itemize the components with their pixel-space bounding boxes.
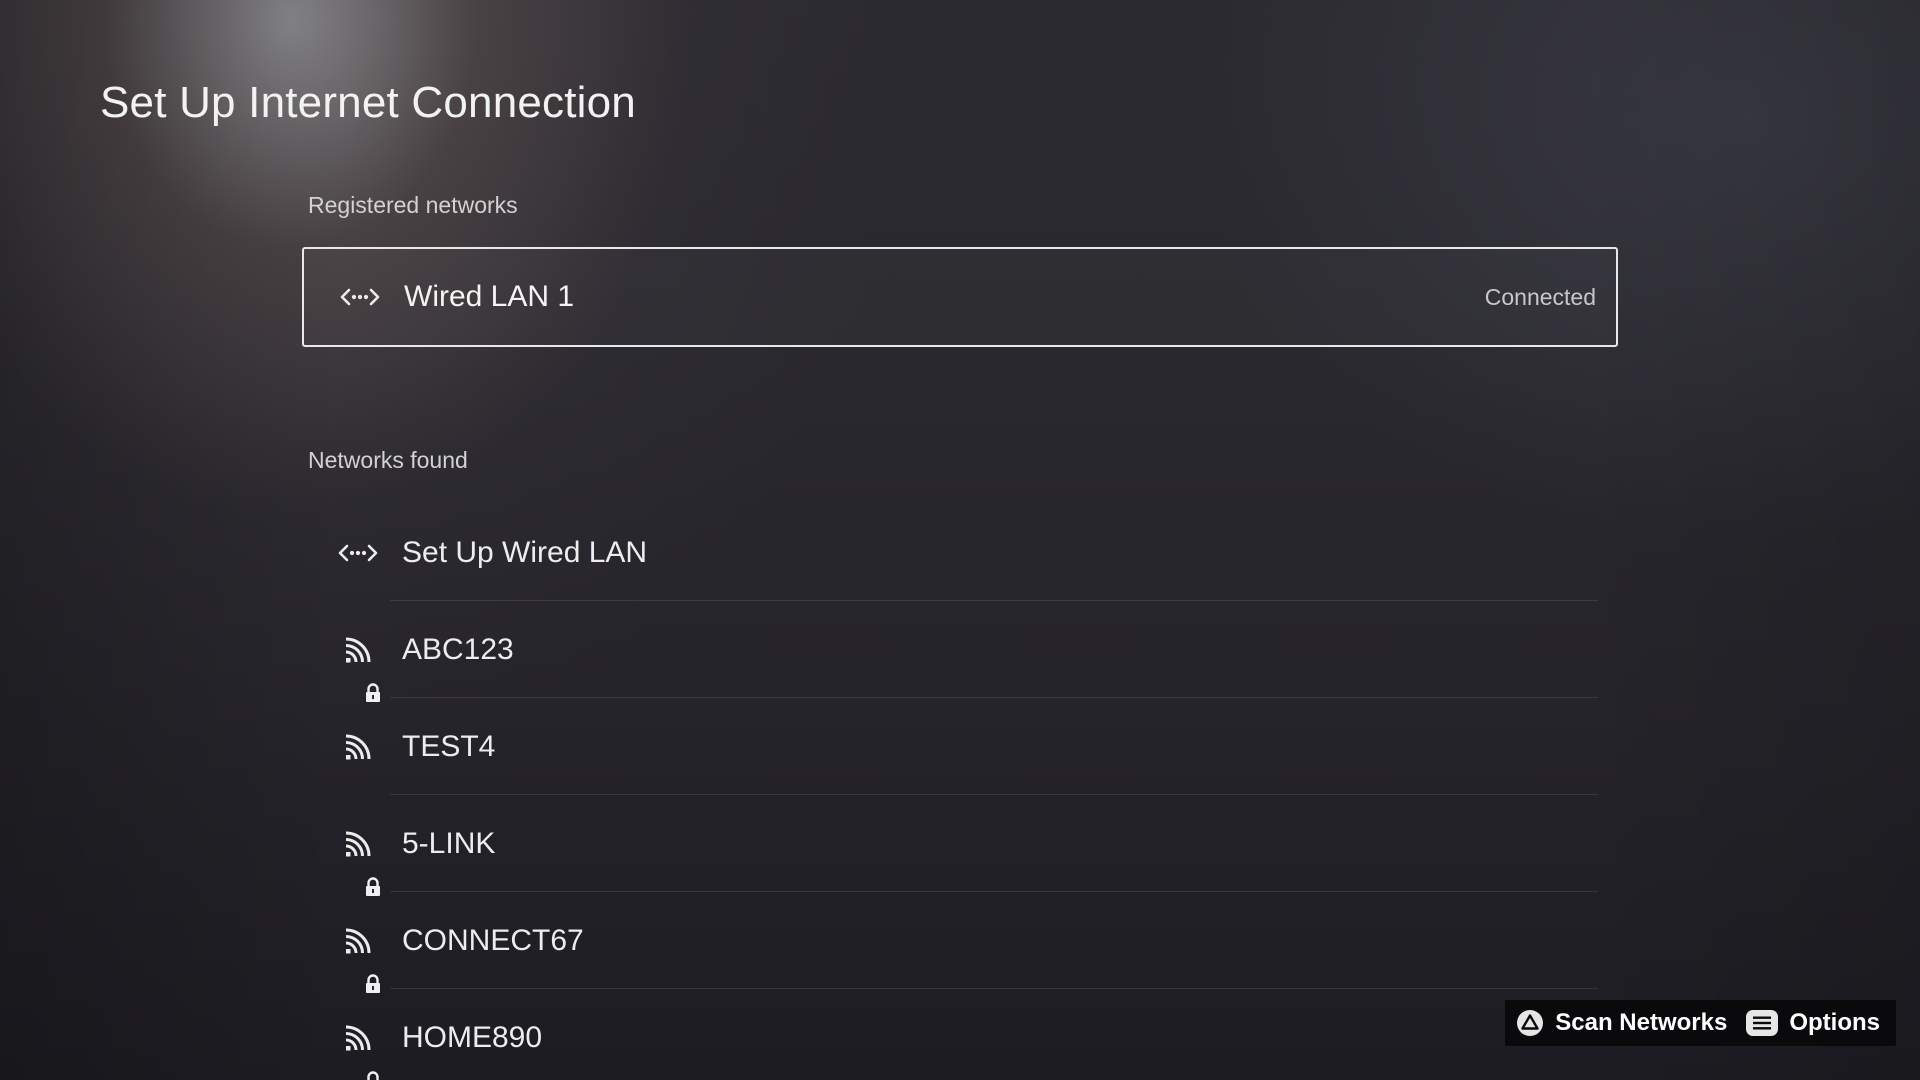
network-item-home890[interactable]: HOME890 [302, 989, 1598, 1080]
network-name: HOME890 [402, 1020, 543, 1054]
network-item-5-link[interactable]: 5-LINK [302, 795, 1598, 896]
network-name: TEST4 [402, 729, 496, 763]
lock-icon [366, 1070, 380, 1080]
button-guide-bar: Scan Networks Options [1505, 1000, 1896, 1046]
registered-network-wired-lan-1[interactable]: Wired LAN 1 Connected [302, 247, 1618, 347]
network-name: Set Up Wired LAN [402, 535, 648, 569]
wifi-icon [345, 637, 371, 662]
wifi-icon [345, 734, 371, 759]
network-name: ABC123 [402, 632, 514, 666]
network-item-set-up-wired-lan[interactable]: Set Up Wired LAN [302, 504, 1598, 601]
options-action[interactable]: Options [1745, 1009, 1880, 1037]
scan-networks-action[interactable]: Scan Networks [1515, 1008, 1727, 1038]
options-button-icon [1746, 1010, 1779, 1036]
networks-found-heading: Networks found [308, 447, 468, 473]
network-name: CONNECT67 [402, 923, 584, 957]
wifi-icon [345, 831, 371, 856]
connection-status: Connected [1484, 283, 1596, 310]
registered-network-name: Wired LAN 1 [404, 280, 575, 313]
triangle-button-icon [1517, 1010, 1544, 1036]
network-item-test4[interactable]: TEST4 [302, 698, 1598, 795]
page-title: Set Up Internet Connection [100, 78, 636, 127]
wifi-icon [345, 928, 371, 953]
wired-lan-icon [340, 288, 380, 306]
network-name: 5-LINK [402, 826, 496, 860]
networks-found-list: Set Up Wired LAN ABC123 TEST4 5-LINK CON… [302, 504, 1598, 1080]
scan-networks-label: Scan Networks [1555, 1009, 1728, 1036]
options-label: Options [1789, 1009, 1880, 1036]
registered-networks-heading: Registered networks [308, 192, 518, 218]
network-item-connect67[interactable]: CONNECT67 [302, 892, 1598, 993]
network-item-abc123[interactable]: ABC123 [302, 601, 1598, 702]
wired-lan-icon [338, 544, 378, 561]
wifi-icon [345, 1025, 371, 1050]
